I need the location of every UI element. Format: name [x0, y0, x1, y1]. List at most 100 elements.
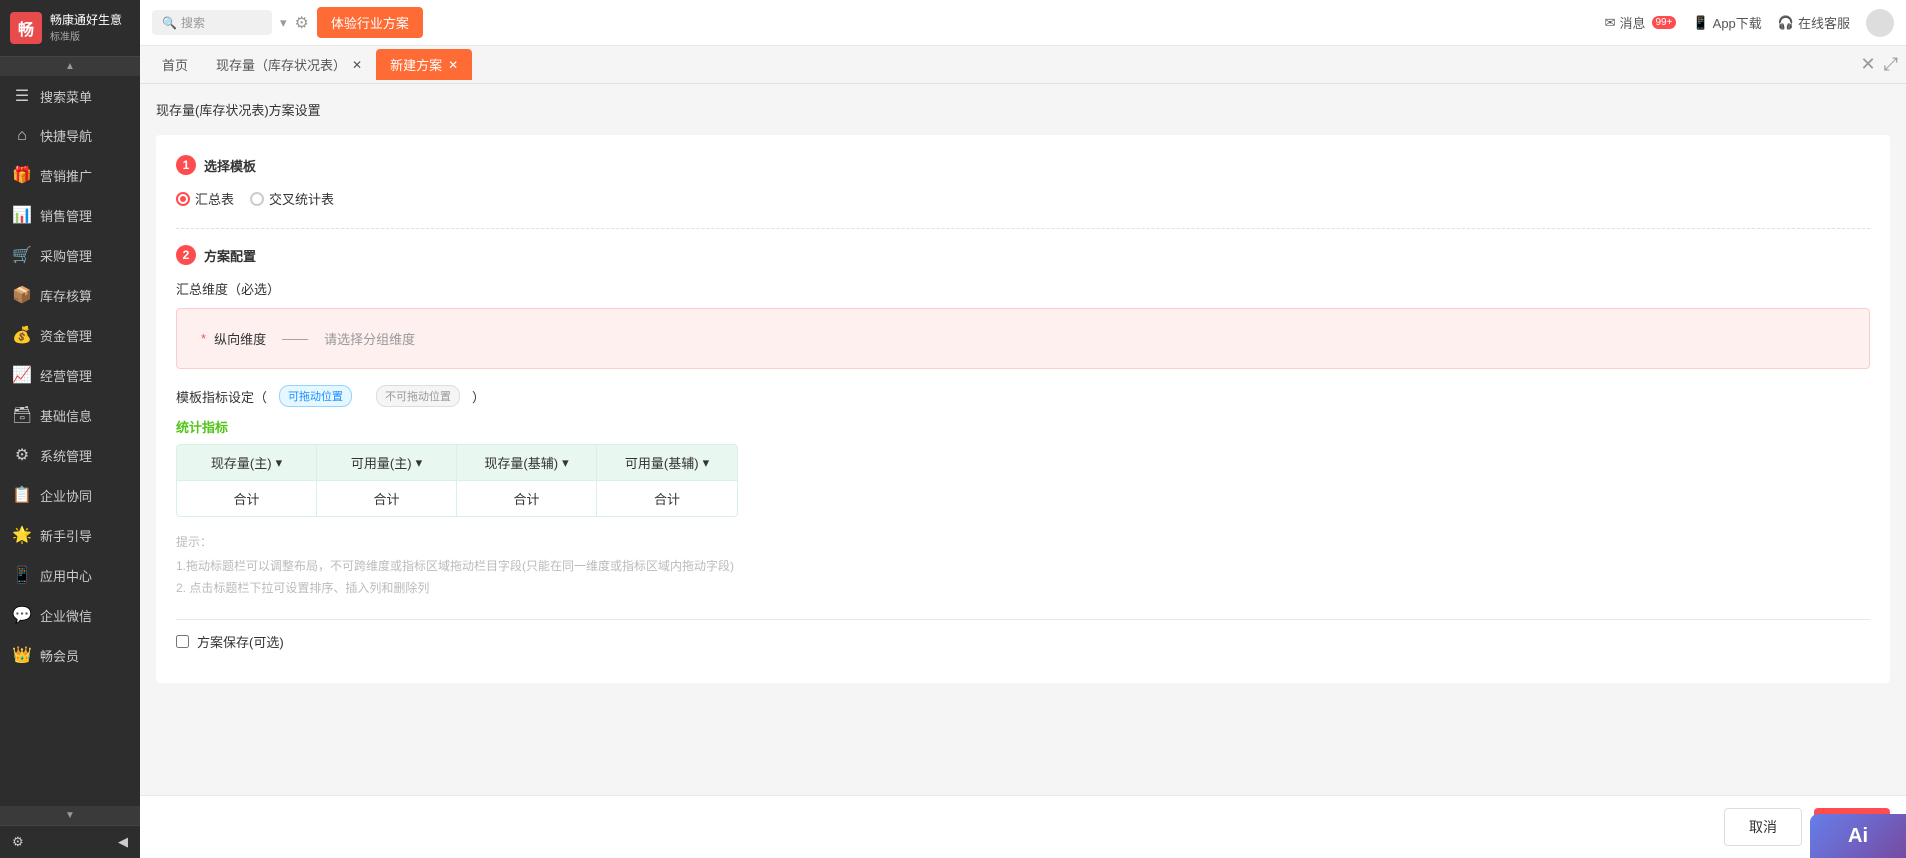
dimension-row: * 纵向维度 —— 请选择分组维度	[201, 329, 1845, 348]
chart-icon: 📊	[12, 205, 32, 225]
message-badge: 99+	[1652, 16, 1677, 29]
stat-col-0-header[interactable]: 现存量(主) ▾	[177, 445, 317, 480]
stat-table-header: 现存量(主) ▾ 可用量(主) ▾ 现存量(基辅) ▾	[177, 445, 737, 480]
money-icon: 💰	[12, 325, 32, 345]
app-download-item[interactable]: 📱 App下载	[1692, 13, 1761, 32]
stat-col-2-header[interactable]: 现存量(基辅) ▾	[457, 445, 597, 480]
sidebar-item-apps[interactable]: 📱 应用中心	[0, 555, 140, 595]
expand-window-icon[interactable]: ⤢	[1884, 54, 1898, 75]
sidebar-item-system[interactable]: ⚙ 系统管理	[0, 435, 140, 475]
sidebar-item-member[interactable]: 👑 畅会员	[0, 635, 140, 675]
step1-section: 1 选择模板 汇总表 交叉统计表	[176, 155, 1870, 208]
radio-summary-dot	[176, 192, 190, 206]
stat-col-2-label: 现存量(基辅)	[484, 453, 558, 472]
sidebar-item-label: 新手引导	[40, 526, 92, 545]
main-area: 🔍 搜索 ▾ ⚙ 体验行业方案 ✉ 消息 99+ 📱 App下载 🎧 在线客服	[140, 0, 1906, 858]
radio-cross-label: 交叉统计表	[269, 189, 334, 208]
online-service-label: 在线客服	[1798, 13, 1850, 32]
user-avatar[interactable]	[1866, 9, 1894, 37]
sidebar-scroll-up[interactable]: ▲	[0, 57, 140, 76]
close-window-icon[interactable]: ✕	[1861, 54, 1876, 75]
stat-col-3-header[interactable]: 可用量(基辅) ▾	[597, 445, 737, 480]
member-icon: 👑	[12, 645, 32, 665]
stat-table-body: 合计 合计 合计 合计	[177, 480, 737, 516]
stat-col-1-dropdown[interactable]: ▾	[416, 455, 423, 471]
gift-icon: 🎁	[12, 165, 32, 185]
step2-header: 2 方案配置	[176, 245, 1870, 265]
ai-float-button[interactable]: Ai	[1810, 814, 1906, 858]
sidebar-item-inventory[interactable]: 📦 库存核算	[0, 275, 140, 315]
topbar: 🔍 搜索 ▾ ⚙ 体验行业方案 ✉ 消息 99+ 📱 App下载 🎧 在线客服	[140, 0, 1906, 46]
stat-col-1-header[interactable]: 可用量(主) ▾	[317, 445, 457, 480]
step1-divider	[176, 228, 1870, 229]
sidebar-item-sales[interactable]: 📊 销售管理	[0, 195, 140, 235]
box-icon: 📦	[12, 285, 32, 305]
sidebar-item-purchase[interactable]: 🛒 采购管理	[0, 235, 140, 275]
tab-new-scheme-close[interactable]: ✕	[448, 58, 458, 72]
app-download-label: App下载	[1713, 13, 1762, 32]
settings-icon[interactable]: ⚙	[12, 834, 24, 850]
tab-home-label: 首页	[162, 55, 188, 74]
tips-item-0: 1.拖动标题栏可以调整布局，不可跨维度或指标区域拖动栏目字段(只能在同一维度或指…	[176, 556, 1870, 578]
sidebar-item-company[interactable]: 📋 企业协同	[0, 475, 140, 515]
radio-summary[interactable]: 汇总表	[176, 189, 234, 208]
save-option-checkbox[interactable]	[176, 635, 189, 648]
stat-label: 统计指标	[176, 417, 1870, 436]
search-box[interactable]: 🔍 搜索	[152, 10, 272, 35]
step2-title: 方案配置	[204, 246, 256, 265]
sidebar-item-label: 系统管理	[40, 446, 92, 465]
brand-area: 畅 畅康通好生意 标准版	[0, 0, 140, 57]
sidebar-item-operations[interactable]: 📈 经营管理	[0, 355, 140, 395]
system-icon: ⚙	[12, 445, 32, 465]
gear-icon[interactable]: ⚙	[295, 13, 309, 33]
home-icon: ⌂	[12, 127, 32, 145]
sidebar-item-label: 库存核算	[40, 286, 92, 305]
brand-edition: 标准版	[50, 28, 122, 43]
stat-col-3-dropdown[interactable]: ▾	[703, 455, 710, 471]
tips-item-1: 2. 点击标题栏下拉可设置排序、插入列和删除列	[176, 578, 1870, 600]
stat-col-1-label: 可用量(主)	[351, 453, 412, 472]
sidebar-item-label: 畅会员	[40, 646, 79, 665]
save-option: 方案保存(可选)	[176, 619, 1870, 663]
collapse-icon[interactable]: ◀	[118, 834, 128, 850]
sidebar-item-label: 资金管理	[40, 326, 92, 345]
tab-new-scheme[interactable]: 新建方案 ✕	[376, 49, 472, 80]
stat-col-2-dropdown[interactable]: ▾	[562, 455, 569, 471]
online-service-item[interactable]: 🎧 在线客服	[1778, 13, 1850, 32]
headset-icon: 🎧	[1778, 15, 1794, 31]
tab-inventory-label: 现存量（库存状况表）	[216, 55, 346, 74]
dropdown-arrow-icon[interactable]: ▾	[280, 15, 287, 31]
info-icon: 🗃	[12, 405, 32, 425]
sidebar-item-marketing[interactable]: 🎁 营销推广	[0, 155, 140, 195]
sidebar-item-basic-info[interactable]: 🗃 基础信息	[0, 395, 140, 435]
tab-home[interactable]: 首页	[148, 49, 202, 80]
sidebar-item-finance[interactable]: 💰 资金管理	[0, 315, 140, 355]
stat-col-3-footer: 合计	[597, 480, 737, 516]
brand-logo: 畅	[10, 12, 42, 44]
sidebar-item-quick-nav[interactable]: ⌂ 快捷导航	[0, 116, 140, 155]
tab-inventory-close[interactable]: ✕	[352, 58, 362, 72]
radio-cross[interactable]: 交叉统计表	[250, 189, 334, 208]
message-item[interactable]: ✉ 消息 99+	[1605, 13, 1677, 32]
tab-inventory[interactable]: 现存量（库存状况表） ✕	[202, 49, 376, 80]
sidebar-item-guide[interactable]: 🌟 新手引导	[0, 515, 140, 555]
sidebar-item-search[interactable]: ☰ 搜索菜单	[0, 76, 140, 116]
save-option-label: 方案保存(可选)	[197, 632, 284, 651]
config-panel: 1 选择模板 汇总表 交叉统计表 2	[156, 135, 1890, 683]
sidebar-item-wechat[interactable]: 💬 企业微信	[0, 595, 140, 635]
stat-col-0-dropdown[interactable]: ▾	[276, 455, 283, 471]
sidebar-item-label: 采购管理	[40, 246, 92, 265]
stat-col-0-label: 现存量(主)	[211, 453, 272, 472]
cancel-button[interactable]: 取消	[1724, 808, 1802, 846]
indicator-settings: 模板指标设定（ 可拖动位置 不可拖动位置 ） 统计指标 现存量(主) ▾	[176, 385, 1870, 517]
sidebar-item-label: 快捷导航	[40, 126, 92, 145]
stat-col-1-footer: 合计	[317, 480, 457, 516]
sidebar-scroll-down[interactable]: ▼	[0, 806, 140, 825]
step1-header: 1 选择模板	[176, 155, 1870, 175]
indicator-settings-suffix: ）	[472, 387, 485, 406]
trial-button[interactable]: 体验行业方案	[317, 7, 423, 38]
radio-cross-dot	[250, 192, 264, 206]
topbar-right: ✉ 消息 99+ 📱 App下载 🎧 在线客服	[1605, 9, 1894, 37]
sidebar-item-label: 营销推广	[40, 166, 92, 185]
message-icon: ✉	[1605, 15, 1616, 31]
